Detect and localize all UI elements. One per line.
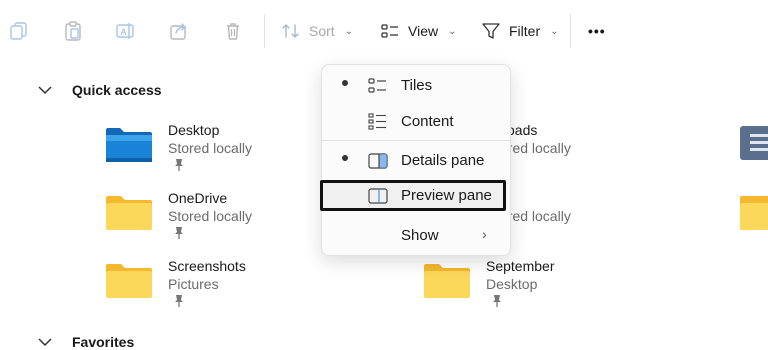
menu-item-label: Preview pane xyxy=(401,187,492,204)
desktop-folder-icon xyxy=(106,128,152,162)
document-icon xyxy=(740,126,768,160)
rename-icon[interactable]: A xyxy=(114,20,136,42)
selected-bullet-icon xyxy=(342,80,348,86)
delete-icon[interactable] xyxy=(222,20,244,42)
chevron-down-icon: ⌄ xyxy=(550,25,559,37)
pin-icon xyxy=(175,159,183,171)
menu-item-label: Details pane xyxy=(401,152,485,169)
svg-text:A: A xyxy=(121,27,127,37)
copy-icon[interactable] xyxy=(8,20,30,42)
folder-location: Stored locally xyxy=(168,140,253,156)
view-button[interactable]: View ⌄ xyxy=(380,20,456,42)
details-pane-icon xyxy=(368,153,388,169)
selected-bullet-icon xyxy=(342,155,348,161)
menu-item-content[interactable]: Content xyxy=(322,106,510,138)
chevron-right-icon: › xyxy=(482,226,487,242)
chevron-down-icon xyxy=(38,338,52,347)
pin-icon xyxy=(175,295,183,307)
pin-icon xyxy=(493,295,501,307)
folder-icon xyxy=(424,264,470,298)
sort-icon xyxy=(282,24,299,38)
chevron-down-icon: ⌄ xyxy=(344,25,354,37)
preview-pane-icon xyxy=(368,188,388,204)
toolbar-divider xyxy=(570,14,571,48)
more-options-button[interactable]: ••• xyxy=(588,20,606,42)
chevron-down-icon xyxy=(38,86,52,95)
folder-location: Desktop xyxy=(486,276,538,292)
toolbar-divider xyxy=(264,14,265,48)
folder-name: OneDrive xyxy=(168,190,228,206)
pin-icon xyxy=(175,227,183,239)
quick-access-header[interactable]: Quick access xyxy=(38,82,162,98)
content-icon xyxy=(368,113,386,130)
folder-tile-screenshots[interactable]: Screenshots Pictures xyxy=(104,258,404,318)
sort-button[interactable]: Sort ⌄ xyxy=(281,20,353,42)
section-title: Favorites xyxy=(72,334,135,350)
chevron-down-icon: ⌄ xyxy=(448,25,457,37)
command-bar: A Sort ⌄ View ⌄ Filter ⌄ ••• xyxy=(0,0,768,63)
share-icon[interactable] xyxy=(168,20,190,42)
view-icon xyxy=(381,24,398,38)
menu-divider xyxy=(322,140,510,141)
menu-item-details-pane[interactable]: Details pane xyxy=(322,145,510,177)
favorites-header[interactable]: Favorites xyxy=(38,334,134,350)
folder-icon xyxy=(740,196,768,230)
folder-name: Desktop xyxy=(168,122,220,138)
filter-label: Filter xyxy=(509,23,541,39)
folder-tile-september[interactable]: September Desktop xyxy=(422,258,622,318)
folder-icon xyxy=(106,264,152,298)
menu-item-label: Content xyxy=(401,113,454,130)
menu-item-tiles[interactable]: Tiles xyxy=(322,70,510,102)
folder-location: Pictures xyxy=(168,276,219,292)
section-title: Quick access xyxy=(72,82,162,98)
menu-item-label: Tiles xyxy=(401,77,433,94)
folder-name: September xyxy=(486,258,555,274)
view-label: View xyxy=(408,23,439,39)
menu-item-preview-pane[interactable]: Preview pane xyxy=(322,180,510,212)
paste-icon[interactable] xyxy=(62,20,84,42)
menu-item-label: Show xyxy=(401,227,439,244)
filter-button[interactable]: Filter ⌄ xyxy=(481,20,559,42)
more-icon: ••• xyxy=(588,23,606,39)
folder-name: Screenshots xyxy=(168,258,246,274)
folder-location: Stored locally xyxy=(168,208,253,224)
filter-icon xyxy=(482,23,500,39)
sort-label: Sort xyxy=(309,23,335,39)
tiles-icon xyxy=(368,78,386,93)
menu-item-show[interactable]: Show › xyxy=(322,220,510,252)
view-dropdown-menu: Tiles Content Details pane Preview pane … xyxy=(320,64,511,256)
folder-icon xyxy=(106,196,152,230)
